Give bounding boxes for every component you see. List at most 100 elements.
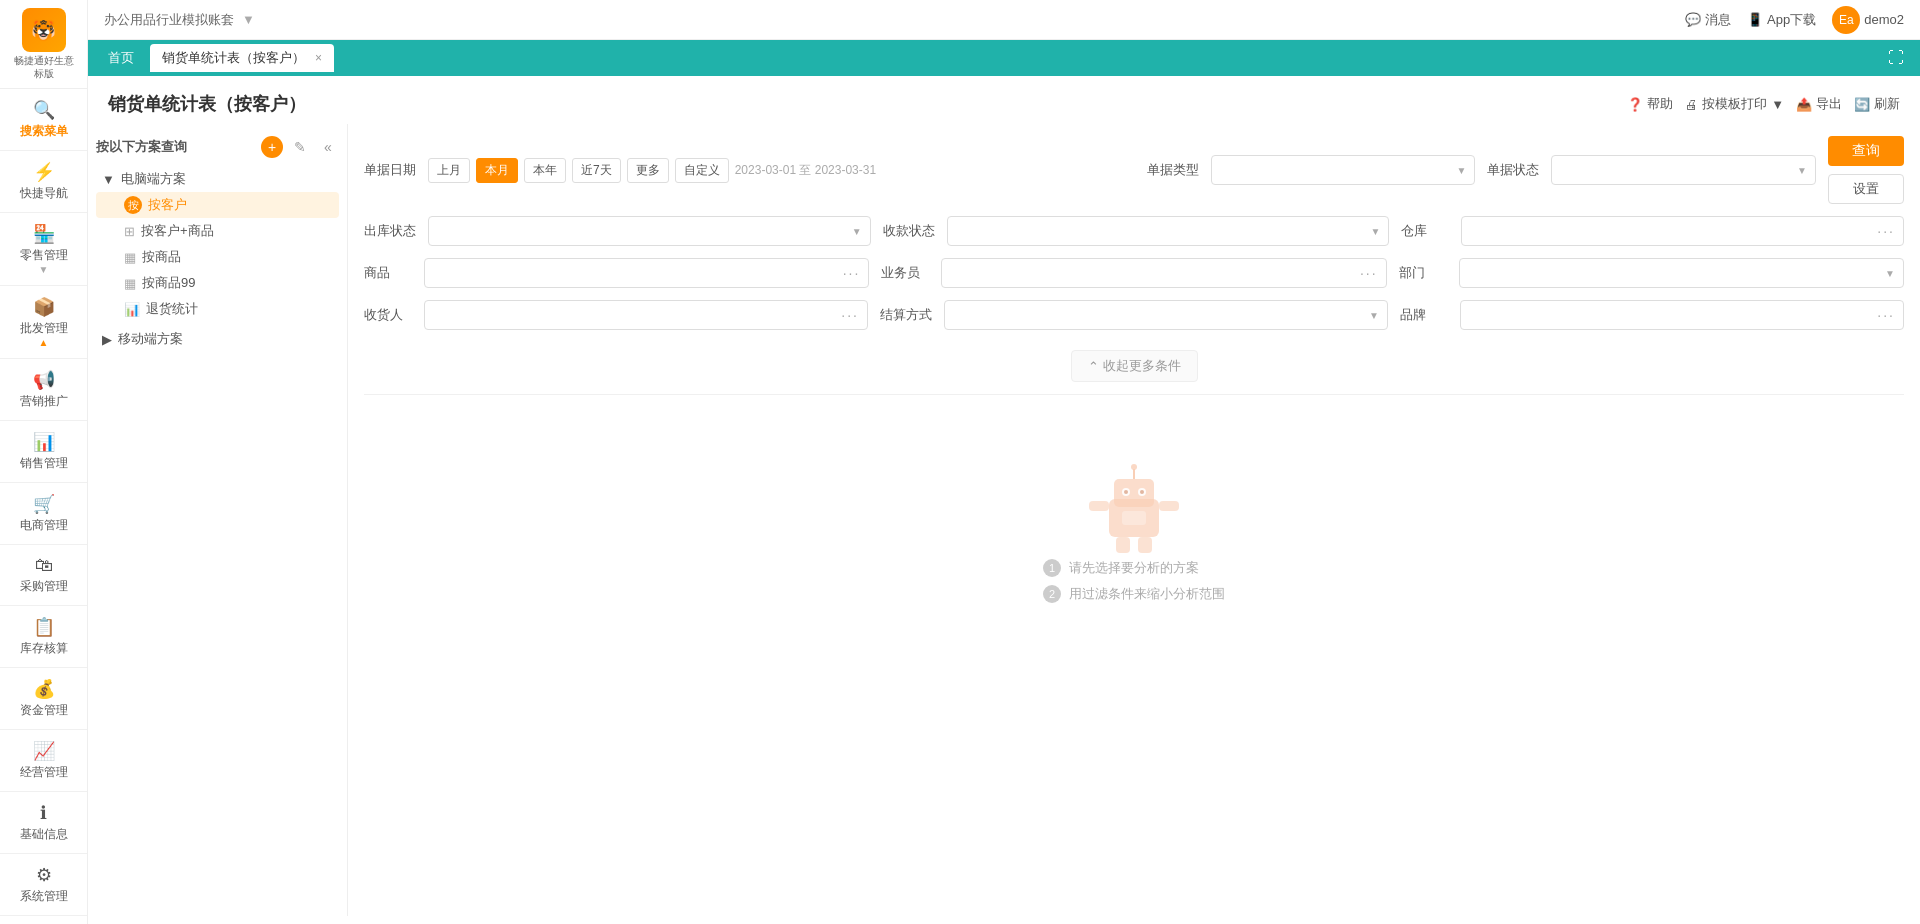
out-status-select[interactable]: ▼ — [428, 216, 871, 246]
mobile-schemes-label: 移动端方案 — [118, 330, 183, 348]
filter-row-outstatus: 出库状态 ▼ 收款状态 ▼ 仓库 ··· — [364, 216, 1904, 246]
sidebar-item-search[interactable]: 🔍 搜索菜单 — [0, 89, 87, 151]
collapse-conditions-button[interactable]: ⌃ 收起更多条件 — [1071, 350, 1198, 382]
message-label: 消息 — [1705, 11, 1731, 29]
help-button[interactable]: ❓ 帮助 — [1627, 95, 1673, 113]
settle-method-select[interactable]: ▼ — [944, 300, 1388, 330]
filter-row-receiver: 收货人 ··· 结算方式 ▼ 品牌 ··· — [364, 300, 1904, 330]
date-btn-last7days[interactable]: 近7天 — [572, 158, 621, 183]
receipt-status-select[interactable]: ▼ — [947, 216, 1390, 246]
product-select[interactable]: ··· — [424, 258, 869, 288]
action-buttons: 查询 设置 — [1828, 136, 1904, 204]
sidebar-item-quicknav[interactable]: ⚡ 快捷导航 — [0, 151, 87, 213]
product99-icon: ▦ — [124, 276, 136, 291]
tab-home[interactable]: 首页 — [96, 44, 146, 72]
sidebar-item-marketing[interactable]: 📢 营销推广 — [0, 359, 87, 421]
svg-point-4 — [1124, 490, 1128, 494]
mobile-schemes-parent[interactable]: ▶ 移动端方案 — [96, 326, 339, 352]
refresh-button[interactable]: 🔄 刷新 — [1854, 95, 1900, 113]
mobile-schemes-section: ▶ 移动端方案 — [96, 326, 339, 352]
page-header: 销货单统计表（按客户） ❓ 帮助 🖨 按模板打印 ▼ 📤 导出 🔄 刷新 — [88, 76, 1920, 124]
sidebar-item-ecommerce[interactable]: 🛒 电商管理 — [0, 483, 87, 545]
export-button[interactable]: 📤 导出 — [1796, 95, 1842, 113]
svg-rect-10 — [1116, 537, 1130, 553]
date-btn-this-year[interactable]: 本年 — [524, 158, 566, 183]
app-download-label: App下载 — [1767, 11, 1816, 29]
ecommerce-icon: 🛒 — [33, 493, 55, 515]
message-button[interactable]: 💬 消息 — [1685, 11, 1731, 29]
brand-dots: ··· — [1877, 307, 1895, 323]
app-download-button[interactable]: 📱 App下载 — [1747, 11, 1816, 29]
order-type-label: 单据类型 — [1147, 161, 1199, 179]
brand-select[interactable]: ··· — [1460, 300, 1904, 330]
date-btn-last-month[interactable]: 上月 — [428, 158, 470, 183]
desktop-schemes-parent[interactable]: ▼ 电脑端方案 — [96, 166, 339, 192]
svg-point-7 — [1131, 464, 1137, 470]
receipt-status-label: 收款状态 — [883, 222, 935, 240]
refresh-icon: 🔄 — [1854, 97, 1870, 112]
date-btn-custom[interactable]: 自定义 — [675, 158, 729, 183]
receipt-status-arrow: ▼ — [1370, 226, 1380, 237]
user-profile[interactable]: Ea demo2 — [1832, 6, 1904, 34]
sidebar-item-finance[interactable]: 💰 资金管理 — [0, 668, 87, 730]
sidebar-item-sales[interactable]: 📊 销售管理 — [0, 421, 87, 483]
refresh-label: 刷新 — [1874, 95, 1900, 113]
tab-sales-stats[interactable]: 销货单统计表（按客户） × — [150, 44, 334, 72]
sidebar-item-label: 库存核算 — [20, 640, 68, 657]
tab-close-icon[interactable]: × — [315, 51, 322, 65]
sidebar-item-collab[interactable]: 🤝 企业协同 — [0, 916, 87, 924]
add-scheme-button[interactable]: + — [261, 136, 283, 158]
date-btn-more[interactable]: 更多 — [627, 158, 669, 183]
salesperson-select[interactable]: ··· — [941, 258, 1386, 288]
left-panel: 按以下方案查询 + ✎ « ▼ 电脑端方案 按 按客户 — [88, 124, 348, 916]
scheme-by-product[interactable]: ▦ 按商品 — [96, 244, 339, 270]
collapse-row: ⌃ 收起更多条件 — [364, 342, 1904, 390]
right-panel: 单据日期 上月 本月 本年 近7天 更多 自定义 2023-03-01 至 20… — [348, 124, 1920, 916]
svg-rect-12 — [1122, 511, 1146, 525]
collapse-panel-button[interactable]: « — [317, 136, 339, 158]
settings-button[interactable]: 设置 — [1828, 174, 1904, 204]
expand-arrow: ▼ — [102, 172, 115, 187]
print-button[interactable]: 🖨 按模板打印 ▼ — [1685, 95, 1784, 113]
edit-scheme-button[interactable]: ✎ — [289, 136, 311, 158]
department-label: 部门 — [1399, 264, 1447, 282]
sidebar-item-wholesale[interactable]: 📦 批发管理 ▲ — [0, 286, 87, 359]
quicknav-icon: ⚡ — [33, 161, 55, 183]
logo-text: 畅捷通好生意标版 — [14, 54, 74, 80]
date-range-display: 2023-03-01 至 2023-03-31 — [735, 162, 876, 179]
svg-rect-9 — [1159, 501, 1179, 511]
department-select[interactable]: ▼ — [1459, 258, 1904, 288]
maximize-button[interactable]: ⛶ — [1880, 49, 1912, 67]
sidebar-item-operations[interactable]: 📈 经营管理 — [0, 730, 87, 792]
sidebar-item-label: 电商管理 — [20, 517, 68, 534]
date-btn-this-month[interactable]: 本月 — [476, 158, 518, 183]
settle-method-label: 结算方式 — [880, 306, 932, 324]
filter-row-date: 单据日期 上月 本月 本年 近7天 更多 自定义 2023-03-01 至 20… — [364, 136, 1904, 204]
sidebar-item-retail[interactable]: 🏪 零售管理 ▼ — [0, 213, 87, 286]
sidebar-item-basicinfo[interactable]: ℹ 基础信息 — [0, 792, 87, 854]
scheme-return-stats[interactable]: 📊 退货统计 — [96, 296, 339, 322]
product-icon: ▦ — [124, 250, 136, 265]
page-title: 销货单统计表（按客户） — [108, 92, 306, 116]
username: demo2 — [1864, 12, 1904, 27]
query-button[interactable]: 查询 — [1828, 136, 1904, 166]
scheme-by-customer-product[interactable]: ⊞ 按客户+商品 — [96, 218, 339, 244]
sidebar-item-purchase[interactable]: 🛍 采购管理 — [0, 545, 87, 606]
app-logo[interactable]: 🐯 畅捷通好生意标版 — [0, 0, 87, 89]
finance-icon: 💰 — [33, 678, 55, 700]
active-tab-label: 销货单统计表（按客户） — [162, 49, 305, 67]
print-arrow: ▼ — [1771, 97, 1784, 112]
order-status-select[interactable]: ▼ — [1551, 155, 1816, 185]
scheme-by-customer[interactable]: 按 按客户 — [96, 192, 339, 218]
sidebar-item-inventory[interactable]: 📋 库存核算 — [0, 606, 87, 668]
dropdown-arrow[interactable]: ▼ — [242, 12, 255, 27]
marketing-icon: 📢 — [33, 369, 55, 391]
warehouse-select[interactable]: ··· — [1461, 216, 1904, 246]
sidebar-item-system[interactable]: ⚙ 系统管理 — [0, 854, 87, 916]
tab-bar: 首页 销货单统计表（按客户） × ⛶ — [88, 40, 1920, 76]
receiver-select[interactable]: ··· — [424, 300, 868, 330]
scheme-by-product99[interactable]: ▦ 按商品99 — [96, 270, 339, 296]
tip2-number: 2 — [1043, 585, 1061, 603]
empty-robot-illustration — [1074, 459, 1194, 559]
order-type-select[interactable]: ▼ — [1211, 155, 1476, 185]
